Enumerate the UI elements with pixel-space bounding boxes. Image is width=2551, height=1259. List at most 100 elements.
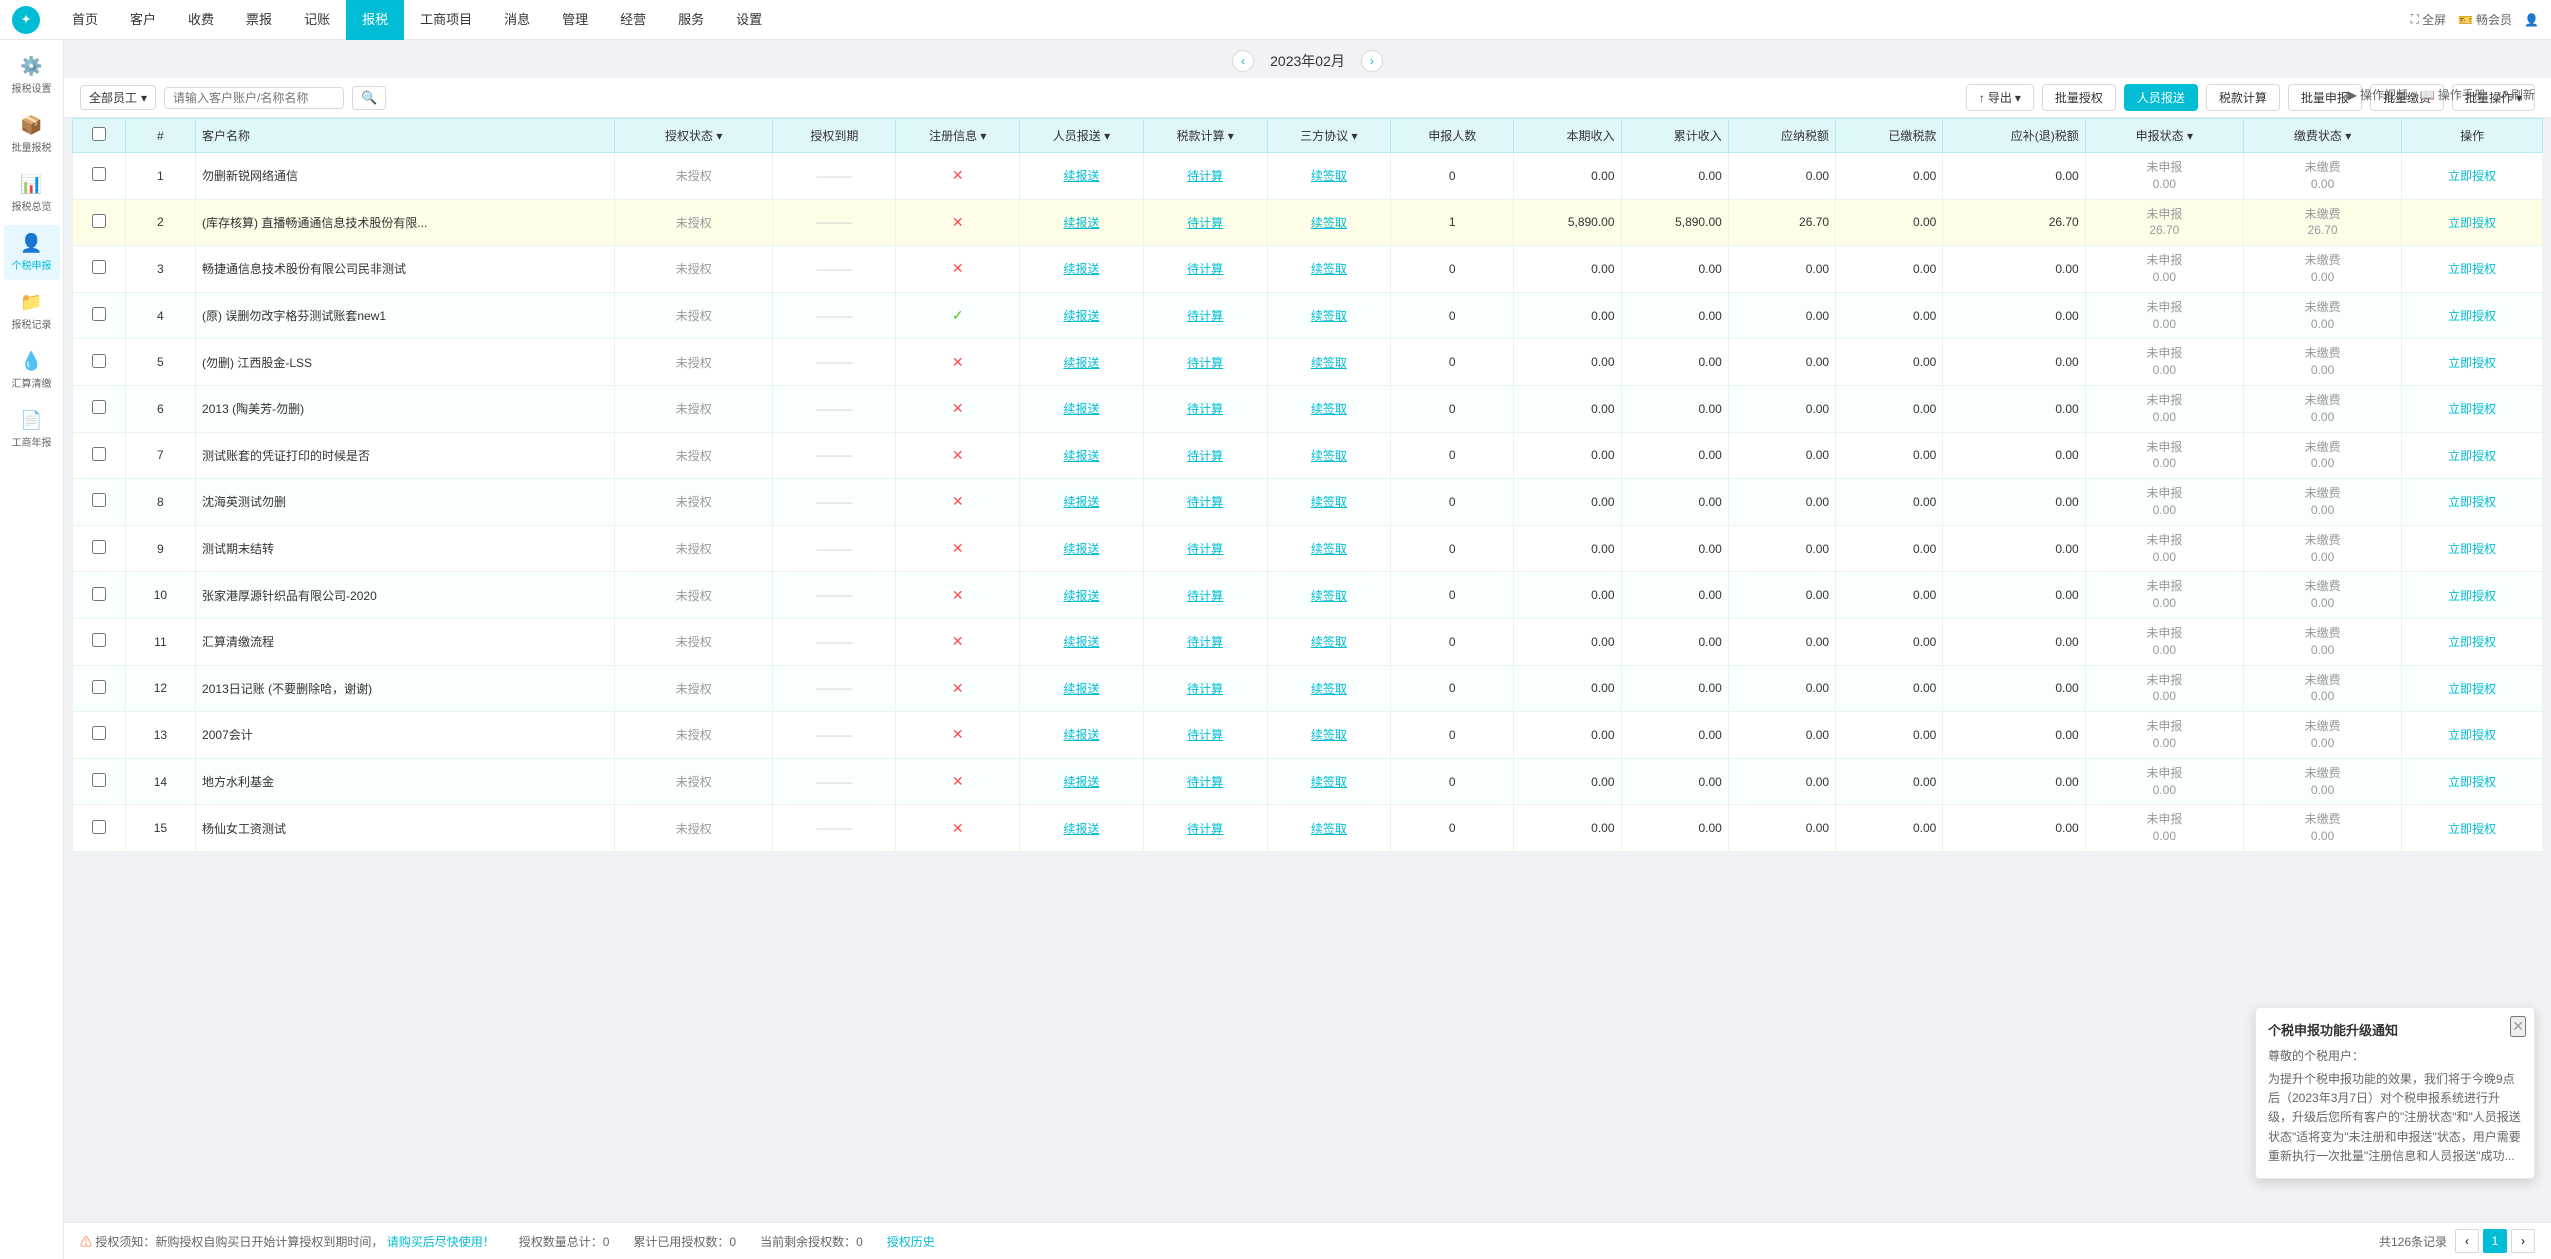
row-action-cell[interactable]: 立即授权 bbox=[2402, 665, 2543, 712]
action-link[interactable]: 立即授权 bbox=[2448, 356, 2496, 370]
third-party-link[interactable]: 续签取 bbox=[1311, 449, 1347, 463]
fullscreen-btn[interactable]: ⛶ 全屏 bbox=[2411, 11, 2446, 28]
row-third-party[interactable]: 续签取 bbox=[1267, 385, 1391, 432]
tax-calc-link[interactable]: 待计算 bbox=[1187, 775, 1223, 789]
action-link[interactable]: 立即授权 bbox=[2448, 449, 2496, 463]
row-checkbox-cell[interactable] bbox=[73, 479, 126, 526]
notification-close-btn[interactable]: ✕ bbox=[2510, 1016, 2526, 1037]
row-tax-calc[interactable]: 待计算 bbox=[1143, 665, 1267, 712]
third-party-link[interactable]: 续签取 bbox=[1311, 775, 1347, 789]
row-action-cell[interactable]: 立即授权 bbox=[2402, 246, 2543, 293]
third-party-link[interactable]: 续签取 bbox=[1311, 356, 1347, 370]
row-checkbox[interactable] bbox=[92, 493, 106, 507]
row-action-cell[interactable]: 立即授权 bbox=[2402, 385, 2543, 432]
person-report-link[interactable]: 续报送 bbox=[1063, 635, 1099, 649]
row-person-report[interactable]: 续报送 bbox=[1020, 432, 1144, 479]
row-person-report[interactable]: 续报送 bbox=[1020, 199, 1144, 246]
third-party-link[interactable]: 续签取 bbox=[1311, 728, 1347, 742]
row-action-cell[interactable]: 立即授权 bbox=[2402, 339, 2543, 386]
tax-calc-link[interactable]: 待计算 bbox=[1187, 309, 1223, 323]
person-report-link[interactable]: 续报送 bbox=[1063, 216, 1099, 230]
row-third-party[interactable]: 续签取 bbox=[1267, 572, 1391, 619]
user-avatar[interactable]: 👤 bbox=[2524, 13, 2539, 27]
row-tax-calc[interactable]: 待计算 bbox=[1143, 432, 1267, 479]
row-checkbox-cell[interactable] bbox=[73, 572, 126, 619]
row-customer-name[interactable]: 沈海英测试勿删 bbox=[196, 479, 615, 526]
row-customer-name[interactable]: 地方水利基金 bbox=[196, 758, 615, 805]
action-link[interactable]: 立即授权 bbox=[2448, 635, 2496, 649]
next-page-btn[interactable]: › bbox=[2511, 1229, 2535, 1253]
person-report-link[interactable]: 续报送 bbox=[1063, 402, 1099, 416]
row-person-report[interactable]: 续报送 bbox=[1020, 665, 1144, 712]
nav-accounting[interactable]: 记账 bbox=[288, 0, 346, 40]
row-checkbox[interactable] bbox=[92, 633, 106, 647]
select-all-checkbox[interactable] bbox=[92, 127, 106, 141]
sidebar-item-batch-tax[interactable]: 📦 批量报税 bbox=[4, 107, 60, 162]
row-checkbox[interactable] bbox=[92, 167, 106, 181]
video-btn[interactable]: ▶ 操作视频 bbox=[2348, 86, 2408, 103]
row-checkbox-cell[interactable] bbox=[73, 339, 126, 386]
action-link[interactable]: 立即授权 bbox=[2448, 728, 2496, 742]
row-customer-name[interactable]: (库存核算) 直播畅通通信息技术股份有限... bbox=[196, 199, 615, 246]
action-link[interactable]: 立即授权 bbox=[2448, 216, 2496, 230]
row-person-report[interactable]: 续报送 bbox=[1020, 758, 1144, 805]
row-person-report[interactable]: 续报送 bbox=[1020, 153, 1144, 200]
tax-calc-link[interactable]: 待计算 bbox=[1187, 589, 1223, 603]
row-third-party[interactable]: 续签取 bbox=[1267, 665, 1391, 712]
row-third-party[interactable]: 续签取 bbox=[1267, 758, 1391, 805]
row-checkbox[interactable] bbox=[92, 726, 106, 740]
tax-calc-link[interactable]: 待计算 bbox=[1187, 822, 1223, 836]
row-checkbox-cell[interactable] bbox=[73, 665, 126, 712]
export-btn[interactable]: ↑ 导出 ▾ bbox=[1966, 84, 2034, 111]
action-link[interactable]: 立即授权 bbox=[2448, 775, 2496, 789]
third-party-link[interactable]: 续签取 bbox=[1311, 169, 1347, 183]
auth-link[interactable]: 请购买后尽快使用！ bbox=[387, 1235, 495, 1249]
row-customer-name[interactable]: 张家港厚源针织品有限公司-2020 bbox=[196, 572, 615, 619]
row-customer-name[interactable]: 勿删新锐网络通信 bbox=[196, 153, 615, 200]
next-month-btn[interactable]: › bbox=[1361, 50, 1383, 72]
row-third-party[interactable]: 续签取 bbox=[1267, 805, 1391, 852]
row-checkbox-cell[interactable] bbox=[73, 385, 126, 432]
tax-calc-link[interactable]: 待计算 bbox=[1187, 495, 1223, 509]
action-link[interactable]: 立即授权 bbox=[2448, 682, 2496, 696]
tax-calc-link[interactable]: 待计算 bbox=[1187, 542, 1223, 556]
row-customer-name[interactable]: 测试期末结转 bbox=[196, 525, 615, 572]
nav-manage[interactable]: 管理 bbox=[546, 0, 604, 40]
row-tax-calc[interactable]: 待计算 bbox=[1143, 385, 1267, 432]
header-third-party[interactable]: 三方协议 ▾ bbox=[1267, 119, 1391, 153]
prev-page-btn[interactable]: ‹ bbox=[2455, 1229, 2479, 1253]
row-person-report[interactable]: 续报送 bbox=[1020, 479, 1144, 526]
row-tax-calc[interactable]: 待计算 bbox=[1143, 292, 1267, 339]
prev-month-btn[interactable]: ‹ bbox=[1232, 50, 1254, 72]
row-action-cell[interactable]: 立即授权 bbox=[2402, 758, 2543, 805]
row-customer-name[interactable]: 杨仙女工资测试 bbox=[196, 805, 615, 852]
row-person-report[interactable]: 续报送 bbox=[1020, 246, 1144, 293]
person-report-link[interactable]: 续报送 bbox=[1063, 449, 1099, 463]
header-pay-status[interactable]: 缴费状态 ▾ bbox=[2243, 119, 2401, 153]
member-btn[interactable]: 🎫 畅会员 bbox=[2458, 11, 2512, 28]
row-tax-calc[interactable]: 待计算 bbox=[1143, 618, 1267, 665]
row-third-party[interactable]: 续签取 bbox=[1267, 246, 1391, 293]
tax-calc-btn[interactable]: 税款计算 bbox=[2206, 84, 2280, 111]
row-customer-name[interactable]: 2007会计 bbox=[196, 712, 615, 759]
third-party-link[interactable]: 续签取 bbox=[1311, 682, 1347, 696]
person-report-link[interactable]: 续报送 bbox=[1063, 495, 1099, 509]
tax-calc-link[interactable]: 待计算 bbox=[1187, 682, 1223, 696]
row-third-party[interactable]: 续签取 bbox=[1267, 525, 1391, 572]
tax-calc-link[interactable]: 待计算 bbox=[1187, 169, 1223, 183]
row-checkbox[interactable] bbox=[92, 820, 106, 834]
row-customer-name[interactable]: 测试账套的凭证打印的时候是否 bbox=[196, 432, 615, 479]
action-link[interactable]: 立即授权 bbox=[2448, 589, 2496, 603]
third-party-link[interactable]: 续签取 bbox=[1311, 635, 1347, 649]
row-tax-calc[interactable]: 待计算 bbox=[1143, 479, 1267, 526]
row-checkbox[interactable] bbox=[92, 587, 106, 601]
third-party-link[interactable]: 续签取 bbox=[1311, 589, 1347, 603]
row-checkbox[interactable] bbox=[92, 773, 106, 787]
row-person-report[interactable]: 续报送 bbox=[1020, 805, 1144, 852]
person-report-btn[interactable]: 人员报送 bbox=[2124, 84, 2198, 111]
row-checkbox[interactable] bbox=[92, 680, 106, 694]
row-checkbox-cell[interactable] bbox=[73, 153, 126, 200]
row-checkbox-cell[interactable] bbox=[73, 618, 126, 665]
row-third-party[interactable]: 续签取 bbox=[1267, 712, 1391, 759]
nav-billing[interactable]: 收费 bbox=[172, 0, 230, 40]
